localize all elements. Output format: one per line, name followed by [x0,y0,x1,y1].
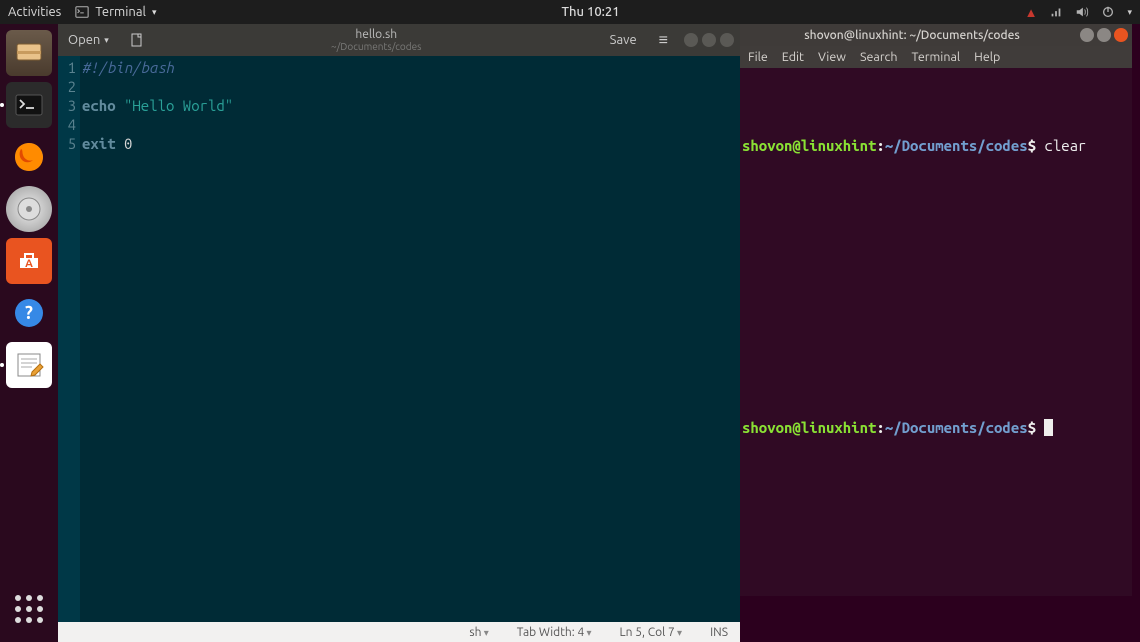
dock-firefox[interactable] [6,134,52,180]
menu-file[interactable]: File [748,50,768,64]
open-button[interactable]: Open▾ [58,33,119,47]
dock-disks[interactable] [6,186,52,232]
line-gutter: 12345 [58,56,80,622]
insert-mode[interactable]: INS [710,626,728,639]
terminal-window: shovon@linuxhint: ~/Documents/codes File… [740,24,1132,596]
dock-gedit[interactable] [6,342,52,388]
network-icon[interactable] [1049,5,1063,19]
volume-icon[interactable] [1075,5,1089,19]
app-menu-label: Terminal [95,5,146,19]
dock-help[interactable]: ? [6,290,52,336]
menu-terminal[interactable]: Terminal [912,50,961,64]
power-icon[interactable] [1101,5,1115,19]
maximize-button[interactable] [1097,28,1111,42]
lang-selector[interactable]: sh [469,626,488,639]
dock-software[interactable]: A [6,238,52,284]
terminal-titlebar: shovon@linuxhint: ~/Documents/codes [740,24,1132,46]
svg-text:?: ? [25,303,33,323]
dock-files[interactable] [6,30,52,76]
gedit-statusbar: sh Tab Width: 4 Ln 5, Col 7 INS [58,622,740,642]
editor-area[interactable]: 12345 #!/bin/bash echo "Hello World" exi… [58,56,740,622]
minimize-button[interactable] [684,33,698,47]
terminal-icon [75,5,89,19]
svg-text:A: A [25,258,33,270]
tabwidth-selector[interactable]: Tab Width: 4 [517,626,592,639]
terminal-menubar: File Edit View Search Terminal Help [740,46,1132,68]
gnome-topbar: Activities Terminal ▾ Thu 10:21 ▲ ▾ [0,0,1140,24]
terminal-title: shovon@linuxhint: ~/Documents/codes [744,29,1080,42]
menu-view[interactable]: View [818,50,846,64]
minimize-button[interactable] [1080,28,1094,42]
terminal-cursor [1044,419,1053,436]
app-menu[interactable]: Terminal ▾ [75,5,156,19]
cursor-position[interactable]: Ln 5, Col 7 [620,626,683,639]
warning-icon[interactable]: ▲ [1025,5,1038,20]
menu-search[interactable]: Search [860,50,898,64]
clock[interactable]: Thu 10:21 [156,5,1024,19]
code-content[interactable]: #!/bin/bash echo "Hello World" exit 0 [80,56,740,622]
terminal-line: shovon@linuxhint:~/Documents/codes$ clea… [742,136,1130,155]
maximize-button[interactable] [702,33,716,47]
chevron-down-icon[interactable]: ▾ [1127,7,1132,18]
dock: A ? [0,24,58,642]
gedit-headerbar: Open▾ hello.sh ~/Documents/codes Save ≡ [58,24,740,56]
dock-show-apps[interactable] [6,586,52,632]
new-file-button[interactable] [119,32,155,48]
gedit-window: Open▾ hello.sh ~/Documents/codes Save ≡ … [58,24,740,642]
menu-help[interactable]: Help [974,50,1000,64]
activities-button[interactable]: Activities [8,5,61,19]
hamburger-menu[interactable]: ≡ [649,31,678,50]
terminal-body[interactable]: shovon@linuxhint:~/Documents/codes$ clea… [740,68,1132,596]
terminal-line: shovon@linuxhint:~/Documents/codes$ [742,418,1053,437]
gedit-title: hello.sh ~/Documents/codes [155,28,598,52]
close-button[interactable] [1114,28,1128,42]
close-button[interactable] [720,33,734,47]
menu-edit[interactable]: Edit [782,50,804,64]
dock-terminal[interactable] [6,82,52,128]
save-button[interactable]: Save [598,33,649,47]
